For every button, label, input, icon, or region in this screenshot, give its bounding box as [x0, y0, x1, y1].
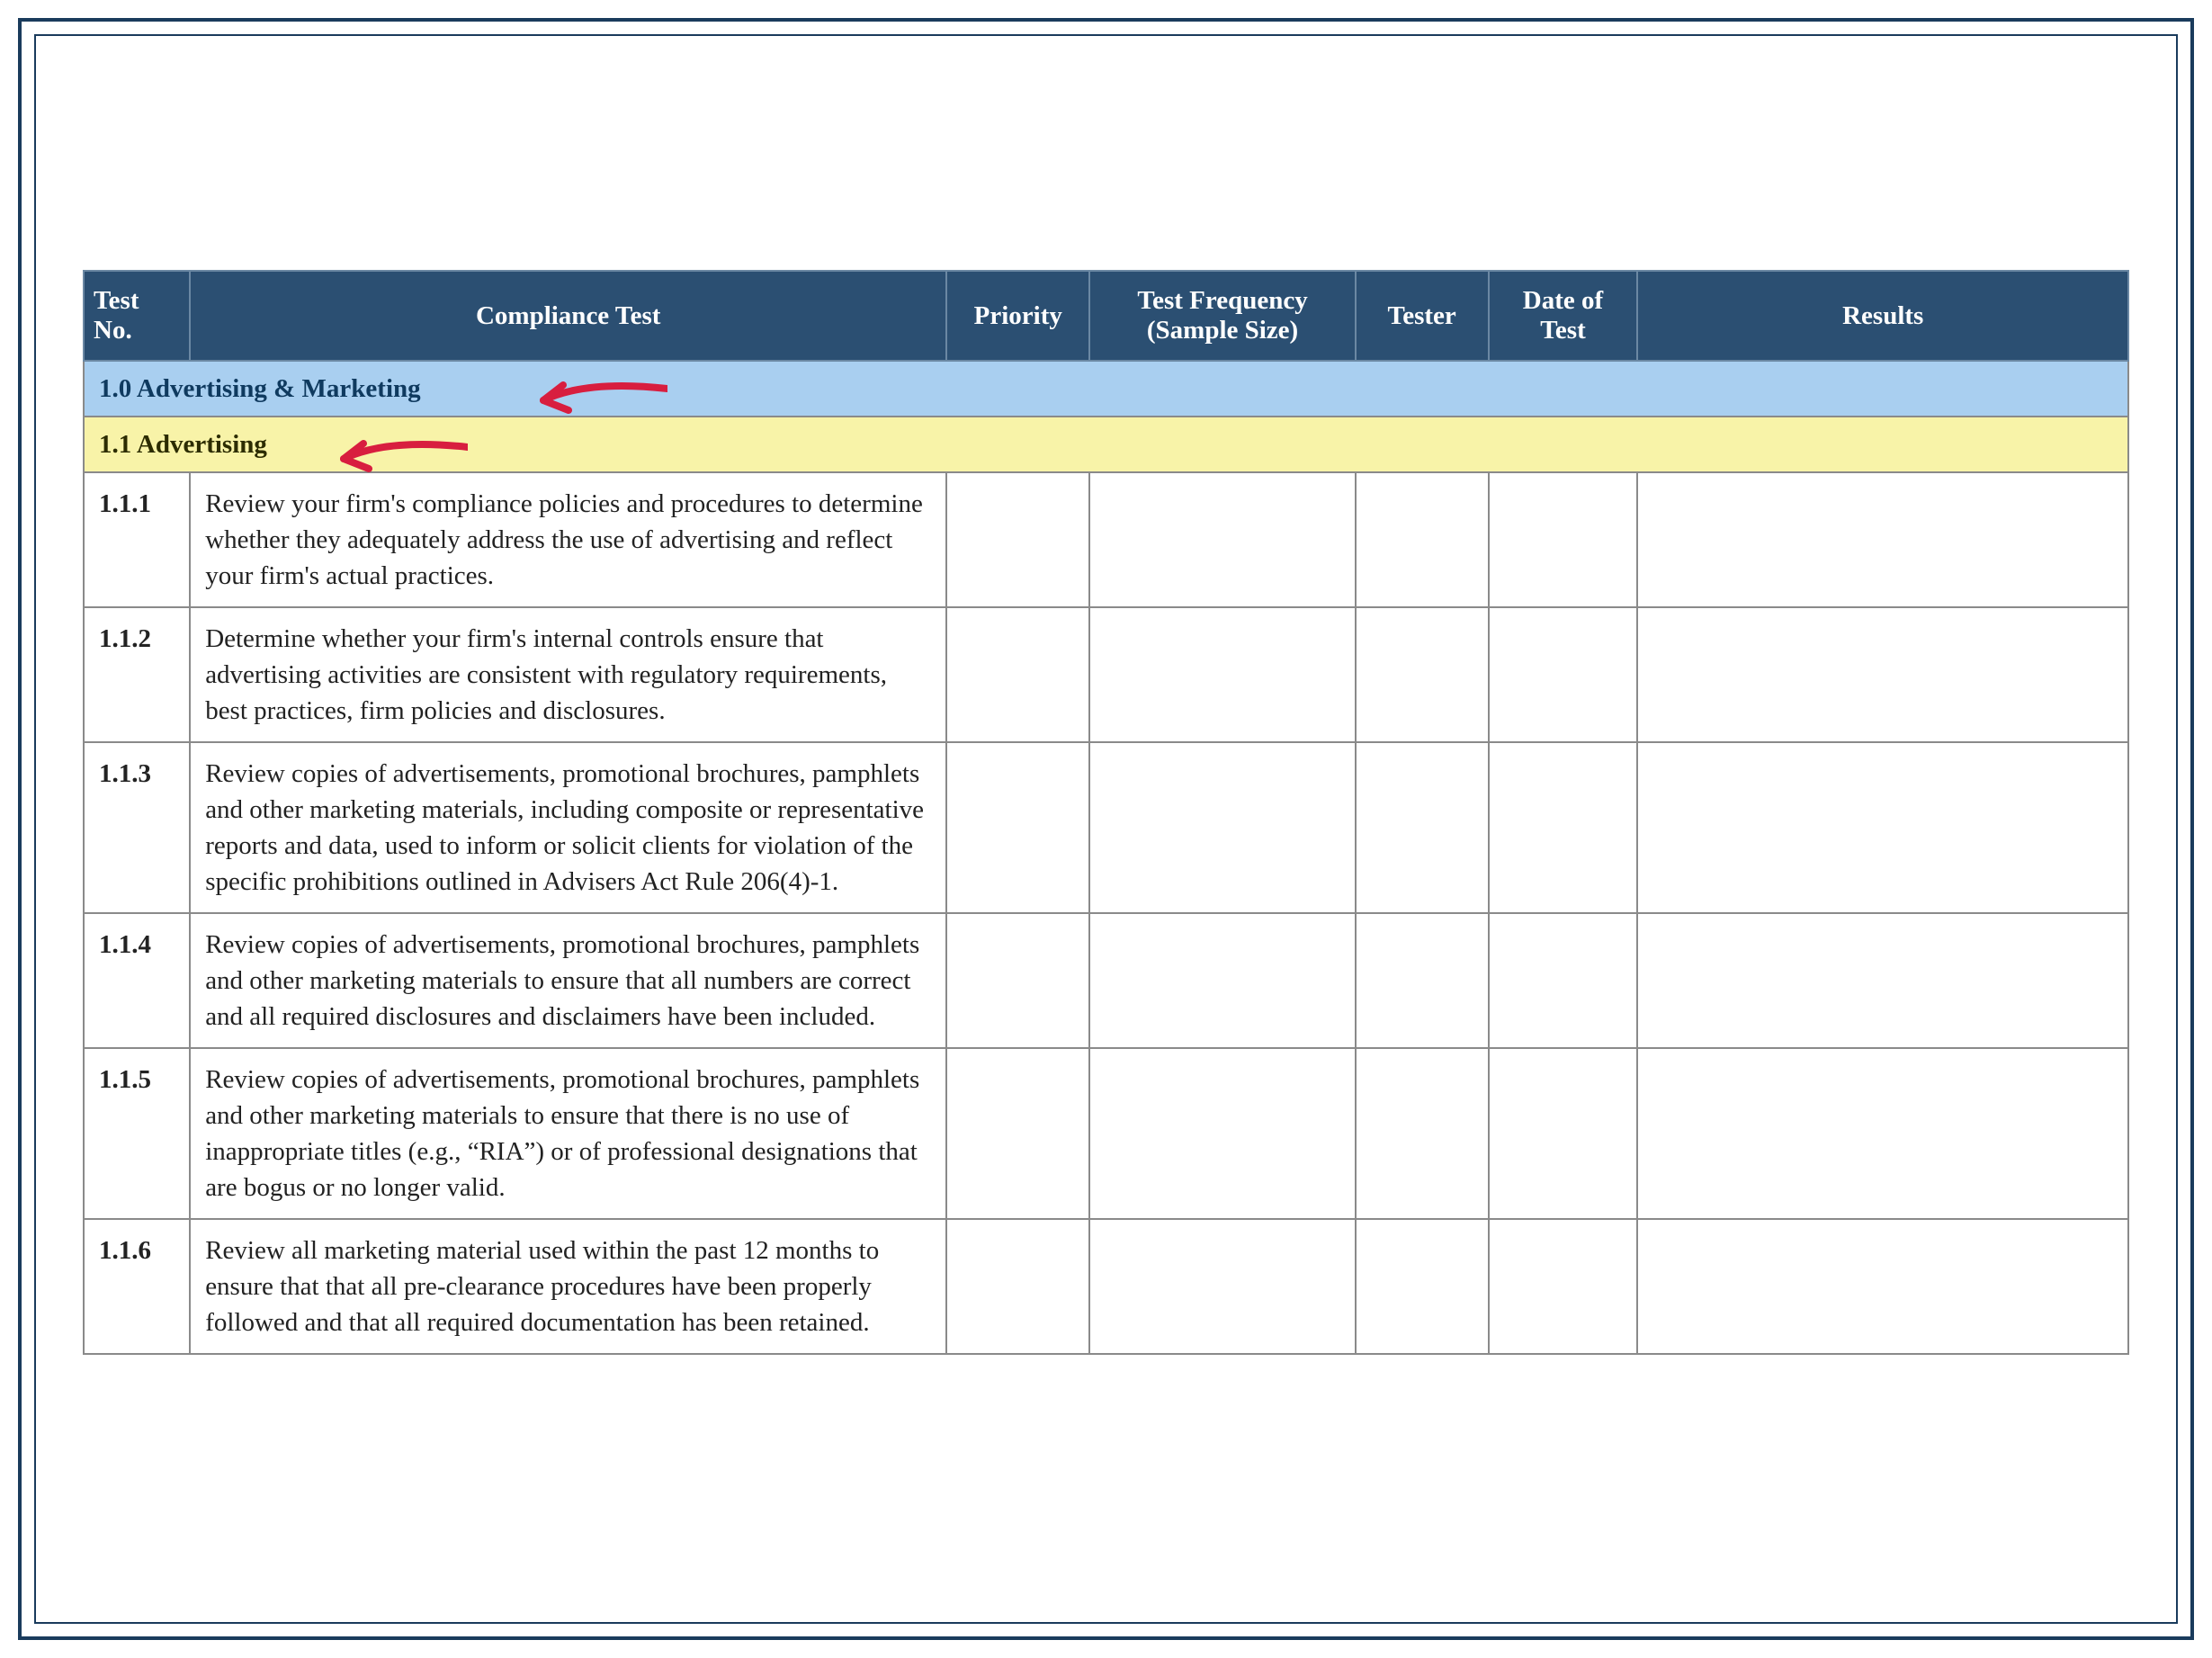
table-row: 1.1.5 Review copies of advertisements, p…	[84, 1048, 2128, 1219]
cell-priority	[946, 913, 1089, 1048]
compliance-table: Test No. Compliance Test Priority Test F…	[83, 270, 2129, 1355]
cell-results	[1637, 472, 2128, 607]
cell-test-no: 1.1.2	[84, 607, 190, 742]
cell-test-no: 1.1.6	[84, 1219, 190, 1354]
cell-results	[1637, 1219, 2128, 1354]
table-row: 1.1.6 Review all marketing material used…	[84, 1219, 2128, 1354]
section-category-row: 1.0 Advertising & Marketing	[84, 361, 2128, 417]
table-row: 1.1.1 Review your firm's compliance poli…	[84, 472, 2128, 607]
cell-date	[1489, 472, 1638, 607]
cell-test-no: 1.1.3	[84, 742, 190, 913]
compliance-table-wrap: Test No. Compliance Test Priority Test F…	[83, 270, 2129, 1355]
cell-priority	[946, 607, 1089, 742]
col-frequency: Test Frequency (Sample Size)	[1089, 271, 1355, 361]
col-tester: Tester	[1356, 271, 1489, 361]
table-row: 1.1.4 Review copies of advertisements, p…	[84, 913, 2128, 1048]
cell-priority	[946, 472, 1089, 607]
col-date: Date of Test	[1489, 271, 1638, 361]
cell-test-desc: Determine whether your firm's internal c…	[190, 607, 946, 742]
cell-tester	[1356, 913, 1489, 1048]
cell-priority	[946, 1048, 1089, 1219]
section-sub-label: 1.1 Advertising	[84, 417, 2128, 472]
cell-test-desc: Review copies of advertisements, promoti…	[190, 742, 946, 913]
cell-frequency	[1089, 742, 1355, 913]
cell-results	[1637, 742, 2128, 913]
cell-test-desc: Review all marketing material used withi…	[190, 1219, 946, 1354]
cell-results	[1637, 1048, 2128, 1219]
cell-tester	[1356, 1048, 1489, 1219]
cell-test-desc: Review copies of advertisements, promoti…	[190, 913, 946, 1048]
cell-tester	[1356, 742, 1489, 913]
table-row: 1.1.2 Determine whether your firm's inte…	[84, 607, 2128, 742]
cell-test-no: 1.1.1	[84, 472, 190, 607]
cell-date	[1489, 742, 1638, 913]
cell-test-no: 1.1.5	[84, 1048, 190, 1219]
col-test-no: Test No.	[84, 271, 190, 361]
cell-frequency	[1089, 607, 1355, 742]
cell-priority	[946, 1219, 1089, 1354]
page-inner-border: SAMPLE Test No. Compliance Test Priority…	[34, 34, 2178, 1624]
cell-frequency	[1089, 1048, 1355, 1219]
table-row: 1.1.3 Review copies of advertisements, p…	[84, 742, 2128, 913]
cell-frequency	[1089, 913, 1355, 1048]
cell-tester	[1356, 607, 1489, 742]
section-sub-row: 1.1 Advertising	[84, 417, 2128, 472]
cell-priority	[946, 742, 1089, 913]
page-outer-border: SAMPLE Test No. Compliance Test Priority…	[18, 18, 2194, 1640]
cell-date	[1489, 607, 1638, 742]
cell-frequency	[1089, 472, 1355, 607]
section-category-label: 1.0 Advertising & Marketing	[84, 361, 2128, 417]
cell-results	[1637, 607, 2128, 742]
cell-date	[1489, 1219, 1638, 1354]
col-priority: Priority	[946, 271, 1089, 361]
cell-results	[1637, 913, 2128, 1048]
cell-date	[1489, 1048, 1638, 1219]
cell-test-desc: Review your firm's compliance policies a…	[190, 472, 946, 607]
col-compliance-test: Compliance Test	[190, 271, 946, 361]
cell-test-no: 1.1.4	[84, 913, 190, 1048]
cell-frequency	[1089, 1219, 1355, 1354]
cell-tester	[1356, 472, 1489, 607]
cell-test-desc: Review copies of advertisements, promoti…	[190, 1048, 946, 1219]
table-header: Test No. Compliance Test Priority Test F…	[84, 271, 2128, 361]
cell-tester	[1356, 1219, 1489, 1354]
cell-date	[1489, 913, 1638, 1048]
col-results: Results	[1637, 271, 2128, 361]
